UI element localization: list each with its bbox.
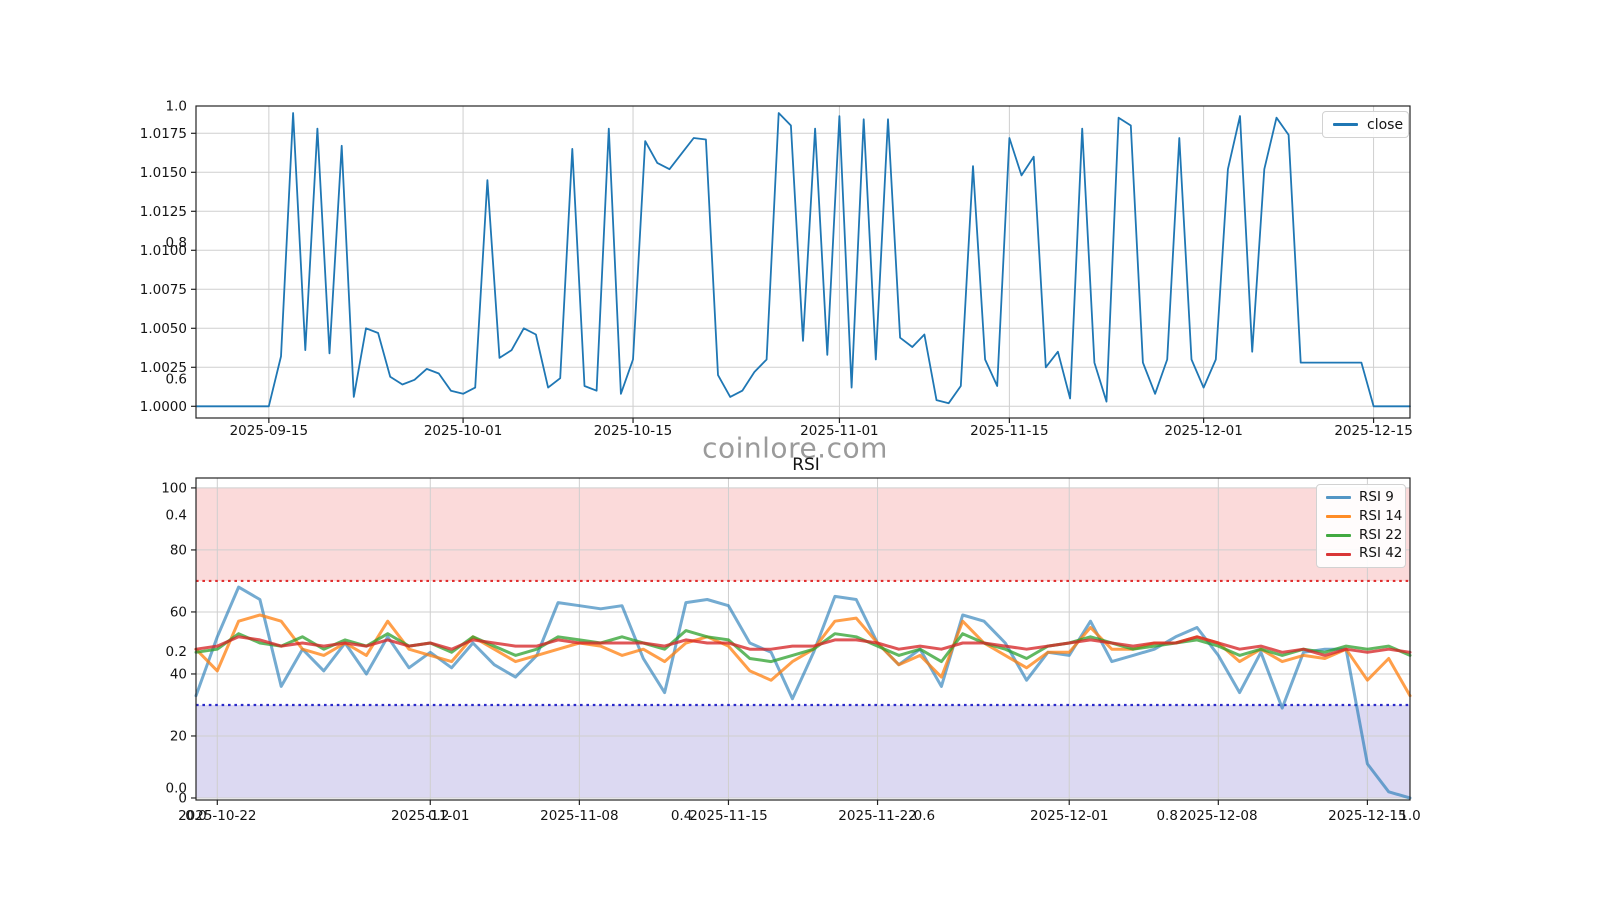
price-spines [195, 105, 1411, 419]
rsi-x-tick-label: 2025-12-01 [1030, 808, 1108, 824]
legend-label-rsi14: RSI 14 [1359, 507, 1403, 524]
price-series-close [195, 112, 1411, 408]
rsi-y-tick-label: 80 [170, 542, 187, 558]
overlay-y-tick-label: 1.0 [166, 99, 187, 115]
price-x-tick-label: 2025-12-15 [1334, 423, 1412, 439]
rsi-y-tick-label: 100 [161, 480, 187, 496]
rsi-y-tick-label: 60 [170, 604, 187, 620]
rsi-x-tick-label: 2025-11-08 [540, 808, 618, 824]
legend-label-rsi9: RSI 9 [1359, 489, 1394, 505]
price-y-tick-label: 1.0150 [140, 165, 187, 181]
price-y-tick-label: 1.0075 [140, 282, 187, 298]
overlay-y-tick-label: 0.0 [166, 781, 187, 797]
price-x-tick-label: 2025-12-01 [1164, 423, 1242, 439]
price-y-tick-label: 1.0000 [140, 399, 187, 415]
overlay-y-tick-label: 0.2 [166, 644, 187, 660]
rsi-legend: RSI 9 RSI 14 RSI 22 RSI 42 [1316, 484, 1406, 568]
rsi-x-tick-label: 2025-11-15 [689, 808, 767, 824]
price-legend: close [1322, 111, 1409, 138]
legend-label-close: close [1367, 116, 1404, 133]
overlay-x-tick-label: 0.2 [428, 808, 449, 824]
chart-figure: 1.0175 1.0150 1.0125 1.0100 1.0075 1.0050 1.00… [0, 0, 1600, 900]
legend-item-rsi22: RSI 22 [1326, 526, 1405, 543]
price-grid [196, 106, 1410, 418]
price-x-tick-label: 2025-10-01 [424, 423, 502, 439]
legend-item-rsi9: RSI 9 [1326, 489, 1405, 505]
price-x-tick-label: 2025-10-15 [594, 423, 672, 439]
overlay-y-tick-label: 0.8 [166, 235, 187, 251]
rsi-x-tick-label: 2025-11-22 [838, 808, 916, 824]
overlay-y-tick-label: 0.6 [166, 371, 187, 387]
overlay-x-tick-label: 0.0 [185, 808, 206, 824]
overlay-x-tick-label: 1.0 [1399, 808, 1420, 824]
overlay-y-tick-label: 0.4 [166, 508, 187, 524]
rsi-chart-title: RSI [792, 455, 820, 475]
rsi-y-tick-label: 40 [170, 666, 187, 682]
rsi-chart: 1008060402002025-10-22 2025-11-01 2025-11-… [161, 477, 1412, 824]
price-y-tick-label: 1.0175 [140, 126, 187, 142]
overlay-x-tick-label: 0.4 [671, 808, 692, 824]
rsi-y-tick-label: 20 [170, 728, 187, 744]
close-line-swatch [1333, 123, 1358, 126]
rsi14-line-swatch [1326, 515, 1351, 519]
legend-item-rsi14: RSI 14 [1326, 507, 1405, 524]
rsi22-line-swatch [1326, 533, 1351, 537]
legend-label-rsi42: RSI 42 [1359, 545, 1403, 562]
price-y-tick-label: 1.0050 [140, 321, 187, 337]
price-x-tick-label: 2025-11-15 [970, 423, 1048, 439]
overlay-x-tick-label: 0.8 [1156, 808, 1177, 824]
rsi42-line-swatch [1326, 552, 1351, 556]
overlay-x-tick-label: 0.6 [914, 808, 935, 824]
legend-label-rsi22: RSI 22 [1359, 526, 1403, 543]
rsi-x-tick-label: 2025-12-15 [1328, 808, 1406, 824]
rsi9-line-swatch [1326, 496, 1351, 500]
legend-item-rsi42: RSI 42 [1326, 547, 1405, 561]
rsi-x-tick-label: 2025-12-08 [1179, 808, 1257, 824]
overbought-band [196, 487, 1410, 581]
price-y-tick-label: 1.0125 [140, 204, 187, 220]
price-x-tick-label: 2025-09-15 [230, 423, 308, 439]
price-chart: 1.01751.01501.01251.01001.00751.00501.00… [140, 105, 1413, 439]
oversold-band [196, 704, 1410, 798]
